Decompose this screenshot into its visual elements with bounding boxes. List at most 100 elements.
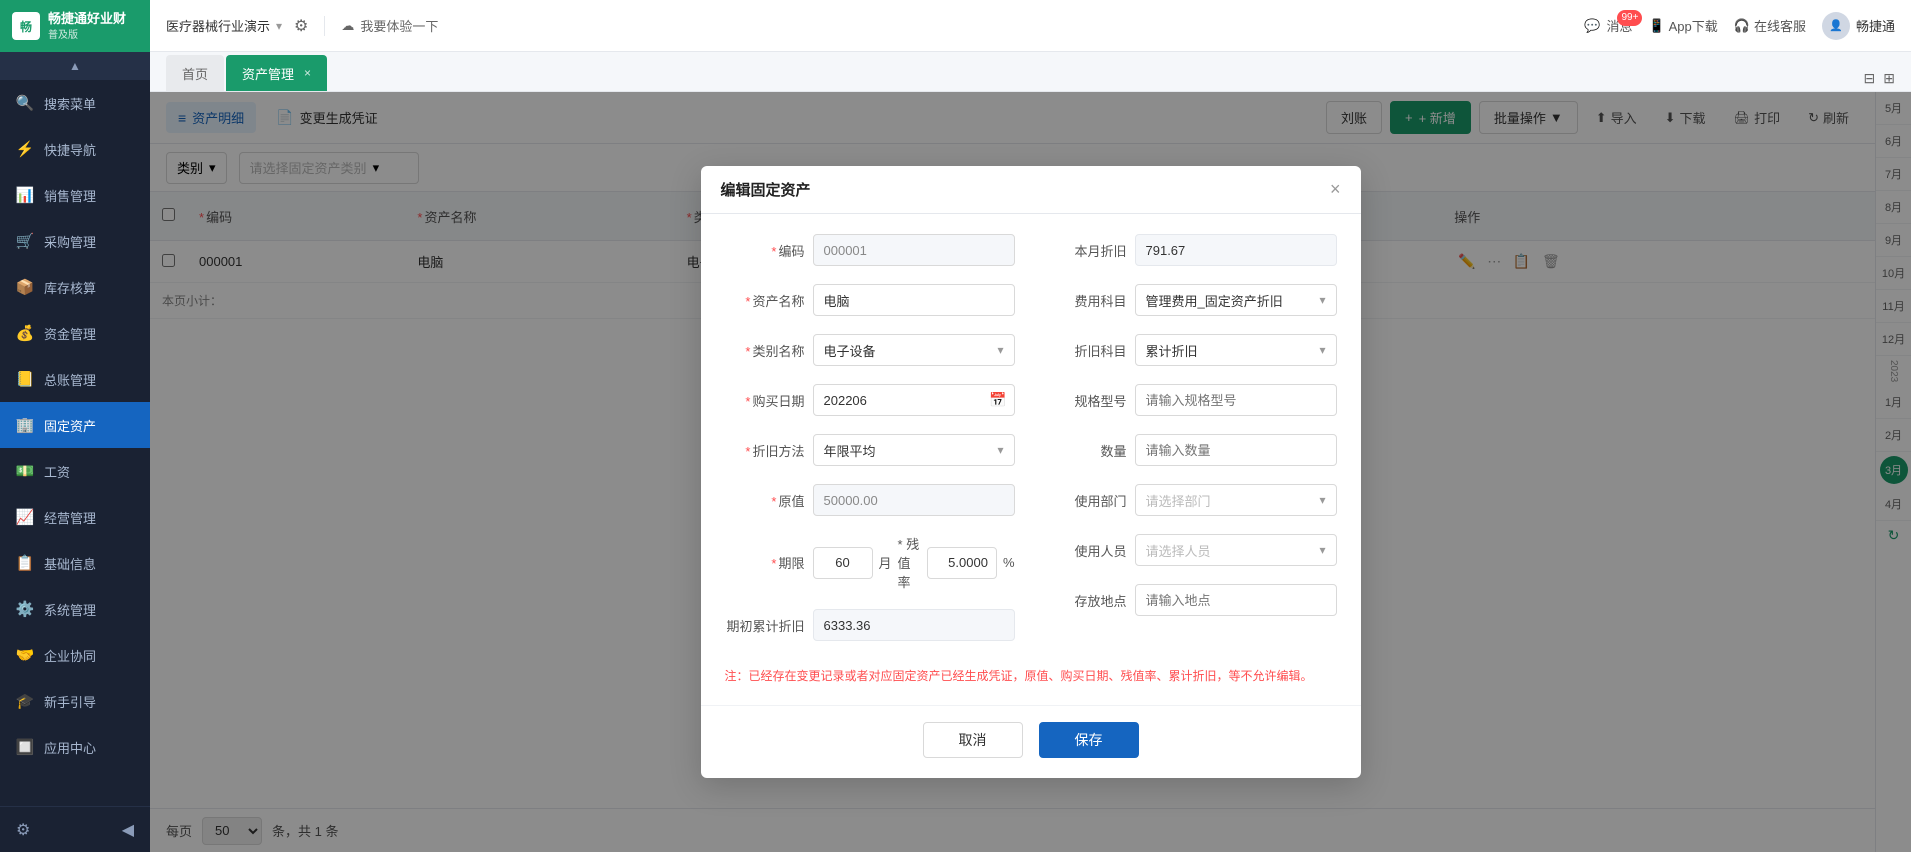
sidebar-item-label: 企业协同 [44,646,96,665]
spec-model-input[interactable] [1135,384,1337,416]
sidebar-item-label: 总账管理 [44,370,96,389]
tab-home[interactable]: 首页 [166,55,224,91]
tabbar: 首页 资产管理 × ⊟ ⊞ [150,52,1911,92]
sidebar-item-label: 资金管理 [44,324,96,343]
depreciation-method-select[interactable]: 年限平均 ▾ [813,434,1015,466]
expense-subject-select[interactable]: 管理费用_固定资产折旧 ▾ [1135,284,1337,316]
residual-rate-label: * 残值率 [898,534,921,591]
percent-sign: % [1003,555,1015,570]
search-icon: 🔍 [16,94,34,112]
asset-name-label: *资产名称 [725,291,805,310]
category-value: 电子设备 [824,341,876,360]
sidebar-item-sales[interactable]: 📊 销售管理 [0,172,150,218]
company-selector[interactable]: 医疗器械行业演示 ▾ [166,16,282,35]
phone-icon: 📱 [1648,18,1664,34]
service-label: 在线客服 [1754,16,1806,35]
save-btn[interactable]: 保存 [1039,722,1139,758]
form-row-initial-depreciation: 期初累计折旧 6333.36 [725,609,1015,641]
sidebar-item-fixed-assets[interactable]: 🏢 固定资产 [0,402,150,448]
sidebar-item-search[interactable]: 🔍 搜索菜单 [0,80,150,126]
topbar-settings-icon[interactable]: ⚙ [294,16,308,36]
topbar: 医疗器械行业演示 ▾ ⚙ ☁ 我要体验一下 💬 消息 99+ 📱 App下载 🎧… [150,0,1911,52]
dept-chevron-icon: ▾ [1319,493,1325,507]
experience-btn[interactable]: ☁ 我要体验一下 [341,16,438,35]
app-center-icon: 🔲 [16,738,34,756]
sidebar-item-label: 基础信息 [44,554,96,573]
sidebar-item-base-info[interactable]: 📋 基础信息 [0,540,150,586]
residual-rate-input[interactable] [927,547,997,579]
expense-subject-label: 费用科目 [1047,291,1127,310]
purchase-icon: 🛒 [16,232,34,250]
original-value-label: *原值 [725,491,805,510]
department-label: 使用部门 [1047,491,1127,510]
sidebar-item-payroll[interactable]: 💵 工资 [0,448,150,494]
sidebar-item-guide[interactable]: 🎓 新手引导 [0,678,150,724]
tab-close-icon[interactable]: × [304,66,311,80]
sidebar-item-label: 工资 [44,462,70,481]
sidebar-bottom: ⚙ ◀ [0,806,150,852]
sidebar-header: 畅 畅捷通好业财 普及版 [0,0,150,52]
sidebar-item-purchase[interactable]: 🛒 采购管理 [0,218,150,264]
asset-name-input[interactable] [813,284,1015,316]
user-menu[interactable]: 👤 畅捷通 [1822,12,1895,40]
modal-header: 编辑固定资产 × [701,166,1361,214]
sidebar-item-app-center[interactable]: 🔲 应用中心 [0,724,150,770]
sidebar-item-quick-nav[interactable]: ⚡ 快捷导航 [0,126,150,172]
sidebar-item-ledger[interactable]: 📒 总账管理 [0,356,150,402]
modal-overlay[interactable]: 编辑固定资产 × *编码 [150,92,1911,852]
sidebar-scroll-up[interactable]: ▲ [0,52,150,80]
user-select[interactable]: 请选择人员 ▾ [1135,534,1337,566]
form-left-col: *编码 *资产名称 [725,234,1015,659]
period-input[interactable] [813,547,873,579]
tab-asset-management[interactable]: 资产管理 × [226,55,327,91]
category-select[interactable]: 电子设备 ▾ [813,334,1015,366]
app-download-btn[interactable]: 📱 App下载 [1648,16,1717,35]
notification-btn[interactable]: 💬 消息 99+ [1584,16,1632,35]
modal-title: 编辑固定资产 [721,179,811,200]
original-value-input[interactable] [813,484,1015,516]
sidebar-item-enterprise[interactable]: 🤝 企业协同 [0,632,150,678]
residual-rate-field: % [927,547,1015,579]
purchase-date-label: *购买日期 [725,391,805,410]
edit-asset-modal: 编辑固定资产 × *编码 [701,166,1361,778]
sidebar-item-inventory[interactable]: 📦 库存核算 [0,264,150,310]
sidebar-item-system[interactable]: ⚙️ 系统管理 [0,586,150,632]
dep-subject-value: 累计折旧 [1146,341,1198,360]
enterprise-icon: 🤝 [16,646,34,664]
notification-badge: 99+ [1617,10,1642,26]
guide-icon: 🎓 [16,692,34,710]
sidebar-item-capital[interactable]: 💰 资金管理 [0,310,150,356]
sidebar-item-label: 库存核算 [44,278,96,297]
tab-minimize-icon[interactable]: ⊟ [1864,70,1876,87]
dep-subject-select[interactable]: 累计折旧 ▾ [1135,334,1337,366]
sidebar-item-label: 新手引导 [44,692,96,711]
quantity-input[interactable] [1135,434,1337,466]
sidebar-collapse-icon[interactable]: ◀ [122,820,134,840]
sidebar-item-label: 系统管理 [44,600,96,619]
modal-form: *编码 *资产名称 [725,234,1337,659]
tab-expand-icon[interactable]: ⊞ [1883,70,1895,87]
online-service-btn[interactable]: 🎧 在线客服 [1734,16,1806,35]
code-input[interactable] [813,234,1015,266]
department-select[interactable]: 请选择部门 ▾ [1135,484,1337,516]
modal-close-btn[interactable]: × [1330,179,1341,200]
payroll-icon: 💵 [16,462,34,480]
storage-input[interactable] [1135,584,1337,616]
company-chevron-icon: ▾ [276,19,282,33]
storage-label: 存放地点 [1047,591,1127,610]
period-label: *期限 [725,553,805,572]
sidebar: 畅 畅捷通好业财 普及版 ▲ 🔍 搜索菜单 ⚡ 快捷导航 📊 销售管理 🛒 采购… [0,0,150,852]
sidebar-nav: 🔍 搜索菜单 ⚡ 快捷导航 📊 销售管理 🛒 采购管理 📦 库存核算 💰 资金管… [0,80,150,806]
category-label: *类别名称 [725,341,805,360]
sales-icon: 📊 [16,186,34,204]
purchase-date-input[interactable] [813,384,1015,416]
code-label: *编码 [725,241,805,260]
user-placeholder: 请选择人员 [1146,541,1211,560]
cancel-btn[interactable]: 取消 [923,722,1023,758]
sidebar-settings-icon[interactable]: ⚙ [16,820,30,840]
topbar-right: 💬 消息 99+ 📱 App下载 🎧 在线客服 👤 畅捷通 [1584,12,1895,40]
form-row-department: 使用部门 请选择部门 ▾ [1047,484,1337,516]
sidebar-item-operations[interactable]: 📈 经营管理 [0,494,150,540]
user-chevron-icon: ▾ [1319,543,1325,557]
initial-depreciation-label: 期初累计折旧 [725,616,805,635]
